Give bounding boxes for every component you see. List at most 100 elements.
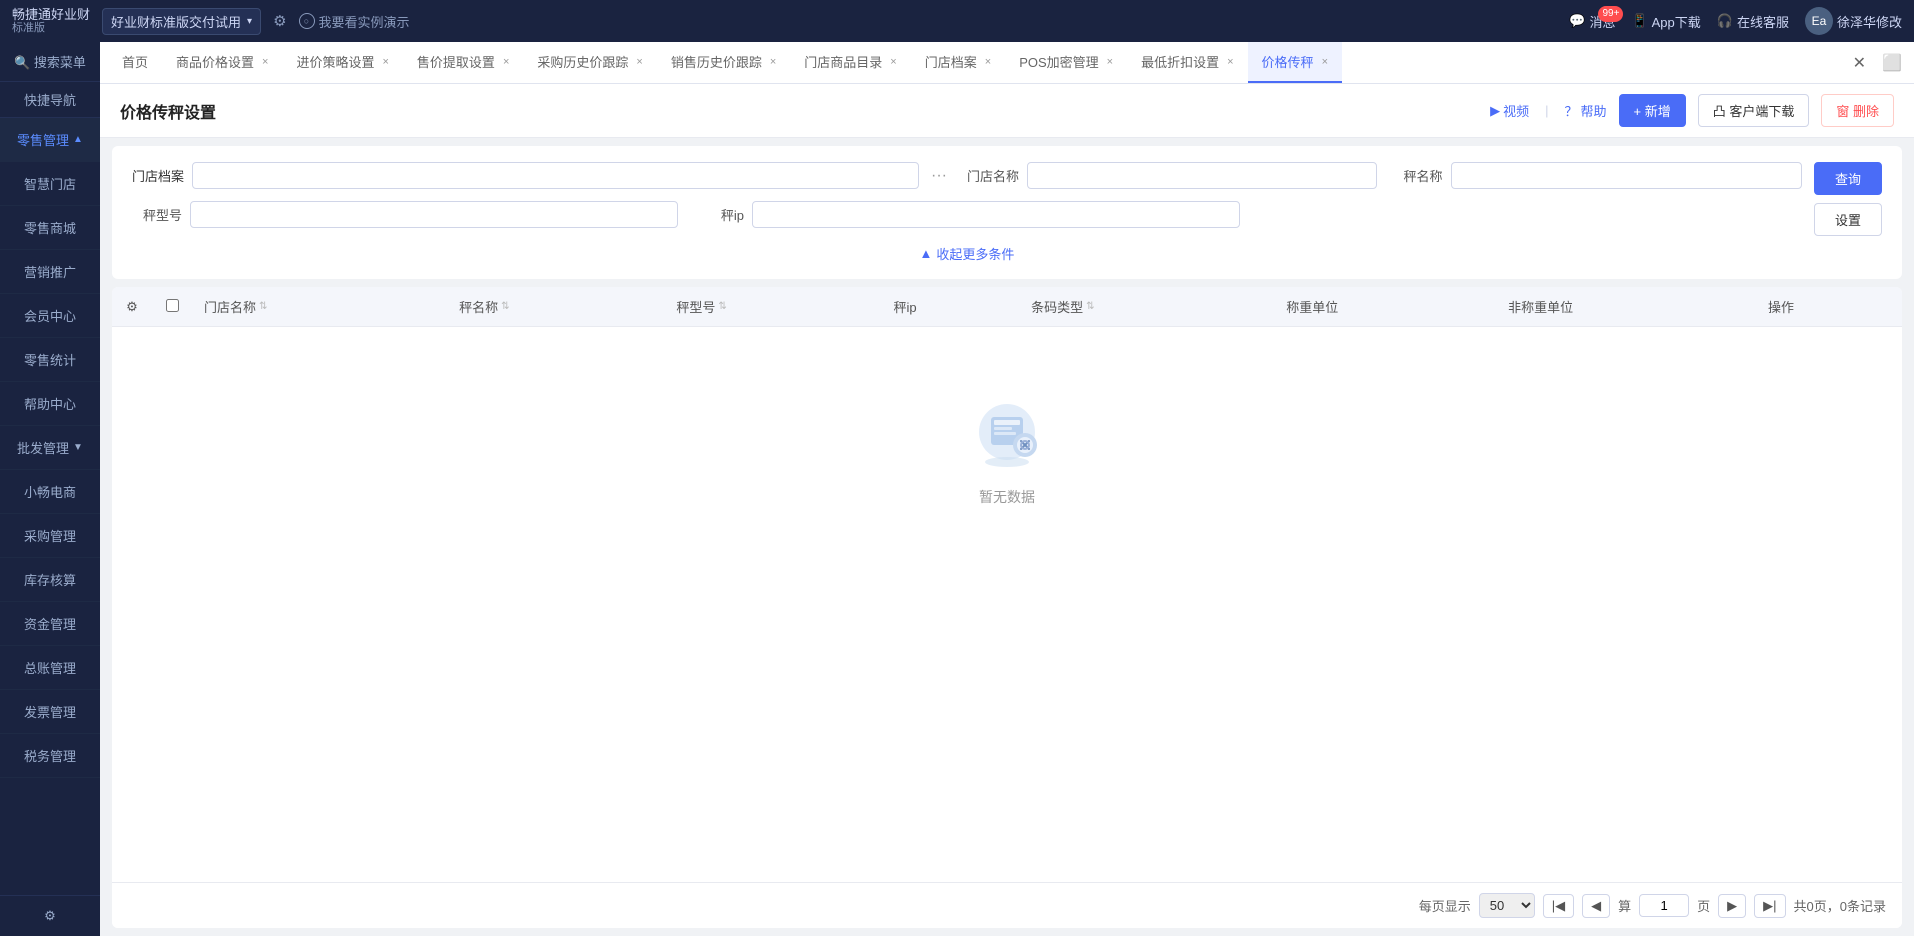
th-action: 操作 xyxy=(1756,287,1902,327)
store-name-field: 门店名称 xyxy=(967,162,1377,189)
tab-close-sale-history[interactable]: × xyxy=(770,56,776,68)
th-scale-name[interactable]: 秤名称 ⇅ xyxy=(447,287,664,327)
th-barcode-type[interactable]: 条码类型 ⇅ xyxy=(1019,287,1274,327)
sidebar-item-general[interactable]: 总账管理 xyxy=(0,646,100,690)
tab-close-commodity-price[interactable]: × xyxy=(262,56,268,68)
store-archive-dots-icon[interactable]: ··· xyxy=(927,167,951,185)
main-layout: 🔍 搜索菜单 快捷导航 零售管理 ▲ 智慧门店 零售商城 营销推广 会员中心 零… xyxy=(0,42,1914,936)
tab-store-archive[interactable]: 门店档案 × xyxy=(911,42,1005,83)
page-title: 价格传秤设置 xyxy=(120,99,216,123)
settings-icon: ⚙ xyxy=(44,908,56,923)
store-archive-field: 门店档案 ··· xyxy=(132,162,951,189)
content-area: 首页 商品价格设置 × 进价策略设置 × 售价提取设置 × 采购历史价跟踪 × … xyxy=(100,42,1914,936)
search-row-1: 门店档案 ··· 门店名称 秤名称 xyxy=(132,162,1802,189)
th-store-name[interactable]: 门店名称 ⇅ xyxy=(192,287,447,327)
scale-model-input[interactable] xyxy=(190,201,678,228)
tab-price-scale[interactable]: 价格传秤 × xyxy=(1248,42,1342,83)
sidebar-item-retail-stat[interactable]: 零售统计 xyxy=(0,338,100,382)
query-button[interactable]: 查询 xyxy=(1814,162,1882,195)
tab-close-min-discount[interactable]: × xyxy=(1227,56,1233,68)
sidebar-item-tax[interactable]: 税务管理 xyxy=(0,734,100,778)
sidebar-item-smart-store[interactable]: 智慧门店 xyxy=(0,162,100,206)
tab-close-price-scale[interactable]: × xyxy=(1322,56,1328,68)
tab-store-catalog[interactable]: 门店商品目录 × xyxy=(790,42,910,83)
th-checkbox[interactable] xyxy=(152,287,192,327)
tab-home[interactable]: 首页 xyxy=(108,42,162,83)
data-table: ⚙ 门店名称 ⇅ xyxy=(112,287,1902,327)
per-page-select[interactable]: 10 20 50 100 xyxy=(1479,893,1535,918)
tab-commodity-price[interactable]: 商品价格设置 × xyxy=(162,42,282,83)
help-link[interactable]: ？ 帮助 xyxy=(1565,101,1607,120)
pagination: 每页显示 10 20 50 100 |◀ ◀ 算 页 ▶ ▶| 共0页，0条记录 xyxy=(112,882,1902,928)
app-logo: 畅捷通好业财 标准版 xyxy=(12,7,90,36)
tab-close-pos-mgmt[interactable]: × xyxy=(1107,56,1113,68)
tab-purchase-history[interactable]: 采购历史价跟踪 × xyxy=(523,42,656,83)
sort-icon: ⇅ xyxy=(1086,301,1094,312)
add-button[interactable]: + 新增 xyxy=(1619,94,1686,127)
tab-purchase-strategy[interactable]: 进价策略设置 × xyxy=(282,42,402,83)
th-scale-model[interactable]: 秤型号 ⇅ xyxy=(664,287,881,327)
tab-pos-mgmt[interactable]: POS加密管理 × xyxy=(1005,42,1127,83)
collapse-button[interactable]: ▲ 收起更多条件 xyxy=(920,244,1015,263)
gear-icon[interactable]: ⚙ xyxy=(273,12,286,30)
tab-close-store-catalog[interactable]: × xyxy=(890,56,896,68)
sidebar-item-xiaochen[interactable]: 小畅电商 xyxy=(0,470,100,514)
video-link[interactable]: ▶ 视频 xyxy=(1490,101,1529,120)
scale-name-input[interactable] xyxy=(1451,162,1803,189)
sidebar-item-retail-mall[interactable]: 零售商城 xyxy=(0,206,100,250)
delete-button[interactable]: 窗 删除 xyxy=(1821,94,1894,127)
sidebar-item-purchase[interactable]: 采购管理 xyxy=(0,514,100,558)
scale-model-label: 秤型号 xyxy=(132,205,182,224)
tab-sale-history[interactable]: 销售历史价跟踪 × xyxy=(657,42,790,83)
th-weight-unit: 称重单位 xyxy=(1274,287,1496,327)
th-settings[interactable]: ⚙ xyxy=(112,287,152,327)
demo-link[interactable]: ○ 我要看实例演示 xyxy=(299,12,410,31)
page-input[interactable] xyxy=(1639,894,1689,917)
tab-close-all-button[interactable]: ✕ xyxy=(1849,49,1870,77)
sidebar-item-finance[interactable]: 资金管理 xyxy=(0,602,100,646)
sidebar-search[interactable]: 🔍 搜索菜单 xyxy=(0,42,100,82)
table-header-row: ⚙ 门店名称 ⇅ xyxy=(112,287,1902,327)
settings-button[interactable]: 设置 xyxy=(1814,203,1882,236)
sidebar-item-marketing[interactable]: 营销推广 xyxy=(0,250,100,294)
sidebar-quick-nav[interactable]: 快捷导航 xyxy=(0,82,100,118)
sidebar-item-wholesale[interactable]: 批发管理 ▼ xyxy=(0,426,100,470)
sidebar-item-invoice[interactable]: 发票管理 xyxy=(0,690,100,734)
first-page-button[interactable]: |◀ xyxy=(1543,894,1574,918)
empty-illustration xyxy=(957,387,1057,487)
next-page-button[interactable]: ▶ xyxy=(1718,894,1746,918)
sidebar-item-member[interactable]: 会员中心 xyxy=(0,294,100,338)
user-menu[interactable]: Ea 徐泽华修改 xyxy=(1805,7,1902,35)
tab-close-purchase-strategy[interactable]: × xyxy=(382,56,388,68)
sidebar-item-inventory[interactable]: 库存核算 xyxy=(0,558,100,602)
tab-close-store-archive[interactable]: × xyxy=(985,56,991,68)
scale-name-label: 秤名称 xyxy=(1393,166,1443,185)
client-download-button[interactable]: 凸 客户端下载 xyxy=(1698,94,1810,127)
tab-min-discount[interactable]: 最低折扣设置 × xyxy=(1127,42,1247,83)
tab-maximize-button[interactable]: ⬜ xyxy=(1878,49,1906,77)
tab-close-purchase-history[interactable]: × xyxy=(636,56,642,68)
online-service-button[interactable]: 🎧 在线客服 xyxy=(1717,12,1789,31)
version-select[interactable]: 好业财标准版交付试用 ▾ xyxy=(102,8,261,35)
top-bar: 畅捷通好业财 标准版 好业财标准版交付试用 ▾ ⚙ ○ 我要看实例演示 💬 消息… xyxy=(0,0,1914,42)
tab-sale-price[interactable]: 售价提取设置 × xyxy=(403,42,523,83)
sort-icon: ⇅ xyxy=(718,301,726,312)
sidebar-item-retail-mgmt[interactable]: 零售管理 ▲ xyxy=(0,118,100,162)
store-name-input[interactable] xyxy=(1027,162,1376,189)
scale-ip-input[interactable] xyxy=(752,201,1240,228)
messages-button[interactable]: 💬 消息 99+ xyxy=(1569,12,1615,31)
app-download-button[interactable]: 📱 App下载 xyxy=(1631,12,1700,31)
scale-ip-field: 秤ip xyxy=(694,201,1240,228)
prev-page-button[interactable]: ◀ xyxy=(1582,894,1610,918)
sidebar-item-help[interactable]: 帮助中心 xyxy=(0,382,100,426)
demo-icon: ○ xyxy=(299,13,315,29)
store-archive-input[interactable] xyxy=(192,162,919,189)
last-page-button[interactable]: ▶| xyxy=(1754,894,1785,918)
sidebar-settings[interactable]: ⚙ xyxy=(0,895,100,936)
search-icon: 🔍 xyxy=(14,55,30,70)
headset-icon: 🎧 xyxy=(1717,13,1733,29)
select-all-checkbox[interactable] xyxy=(166,299,179,312)
query-buttons: 查询 设置 xyxy=(1814,162,1882,236)
empty-state: 暂无数据 xyxy=(112,327,1902,567)
tab-close-sale-price[interactable]: × xyxy=(503,56,509,68)
